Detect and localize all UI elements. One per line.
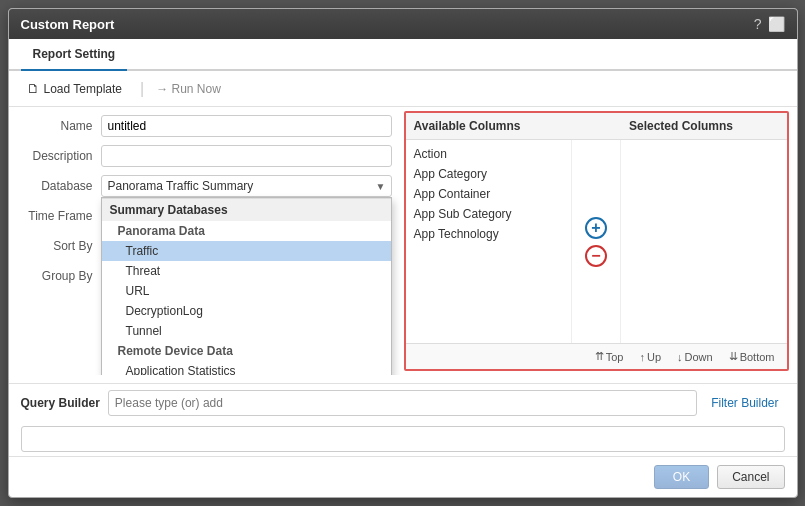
run-now-button[interactable]: → Run Now [156,82,221,96]
description-row: Description [21,145,392,167]
filter-row [9,422,797,456]
selected-columns-header: Selected Columns [621,113,787,139]
dropdown-item-url-panorama[interactable]: URL [102,281,391,301]
name-label: Name [21,119,101,133]
query-input[interactable] [108,390,697,416]
down-icon: ↓ [677,351,683,363]
available-item-app-sub-category[interactable]: App Sub Category [406,204,572,224]
tab-report-setting[interactable]: Report Setting [21,39,128,71]
content-area: Name Description Database Panorama Traff… [9,107,797,456]
dropdown-item-traffic-panorama[interactable]: Traffic [102,241,391,261]
dropdown-item-appstats[interactable]: Application Statistics [102,361,391,375]
dropdown-item-threat-panorama[interactable]: Threat [102,261,391,281]
available-item-app-technology[interactable]: App Technology [406,224,572,244]
dropdown-subgroup-panorama: Panorama Data [102,221,391,241]
bottom-button[interactable]: ⇊ Bottom [725,348,779,365]
dialog-title: Custom Report [21,17,115,32]
header-icons: ? ⬜ [754,16,785,32]
dropdown-item-tunnel-panorama[interactable]: Tunnel [102,321,391,341]
load-template-icon: 🗋 [27,81,40,96]
tabs-bar: Report Setting [9,39,797,71]
name-input[interactable] [101,115,392,137]
selected-columns-list [621,140,787,343]
query-label: Query Builder [21,396,100,410]
minimize-icon[interactable]: ⬜ [768,16,785,32]
custom-report-dialog: Custom Report ? ⬜ Report Setting 🗋 Load … [8,8,798,498]
available-item-app-category[interactable]: App Category [406,164,572,184]
sort-by-label: Sort By [21,239,101,253]
col-divider [571,113,621,139]
up-button[interactable]: ↑ Up [635,349,665,365]
time-frame-label: Time Frame [21,209,101,223]
database-select[interactable]: Panorama Traffic Summary [101,175,392,197]
dialog-footer: OK Cancel [9,456,797,497]
ok-button[interactable]: OK [654,465,709,489]
database-row: Database Panorama Traffic Summary ▼ Summ… [21,175,392,197]
group-by-label: Group By [21,269,101,283]
available-columns-list: Action App Category App Container App Su… [406,140,572,343]
description-input[interactable] [101,145,392,167]
load-template-button[interactable]: 🗋 Load Template [21,79,129,98]
query-section: Query Builder Filter Builder [9,383,797,422]
database-label: Database [21,179,101,193]
add-column-button[interactable]: + [585,217,607,239]
columns-panel: Available Columns Selected Columns Actio… [404,111,789,371]
dropdown-group-summary: Summary Databases [102,198,391,221]
filter-builder-button[interactable]: Filter Builder [705,394,784,412]
dropdown-item-decryptionlog-panorama[interactable]: DecryptionLog [102,301,391,321]
description-label: Description [21,149,101,163]
top-button[interactable]: ⇈ Top [591,348,628,365]
columns-footer: ⇈ Top ↑ Up ↓ Down ⇊ Bottom [406,343,787,369]
columns-header: Available Columns Selected Columns [406,113,787,140]
available-item-action[interactable]: Action [406,144,572,164]
spacer [9,375,797,383]
main-section: Name Description Database Panorama Traff… [9,107,797,375]
bottom-icon: ⇊ [729,350,738,363]
columns-body: Action App Category App Container App Su… [406,140,787,343]
toolbar-separator: | [140,80,144,98]
available-columns-header: Available Columns [406,113,572,139]
cancel-button[interactable]: Cancel [717,465,784,489]
available-item-app-container[interactable]: App Container [406,184,572,204]
name-row: Name [21,115,392,137]
move-buttons: + − [571,140,621,343]
toolbar: 🗋 Load Template | → Run Now [9,71,797,107]
help-icon[interactable]: ? [754,16,762,32]
database-select-wrapper: Panorama Traffic Summary ▼ [101,175,392,197]
top-icon: ⇈ [595,350,604,363]
database-dropdown: Summary Databases Panorama Data Traffic … [101,197,392,375]
remove-icon: − [591,247,600,265]
down-button[interactable]: ↓ Down [673,349,717,365]
filter-input[interactable] [21,426,785,452]
up-icon: ↑ [639,351,645,363]
dropdown-subgroup-remote: Remote Device Data [102,341,391,361]
add-icon: + [591,219,600,237]
dialog-header: Custom Report ? ⬜ [9,9,797,39]
remove-column-button[interactable]: − [585,245,607,267]
left-panel: Name Description Database Panorama Traff… [9,107,404,375]
